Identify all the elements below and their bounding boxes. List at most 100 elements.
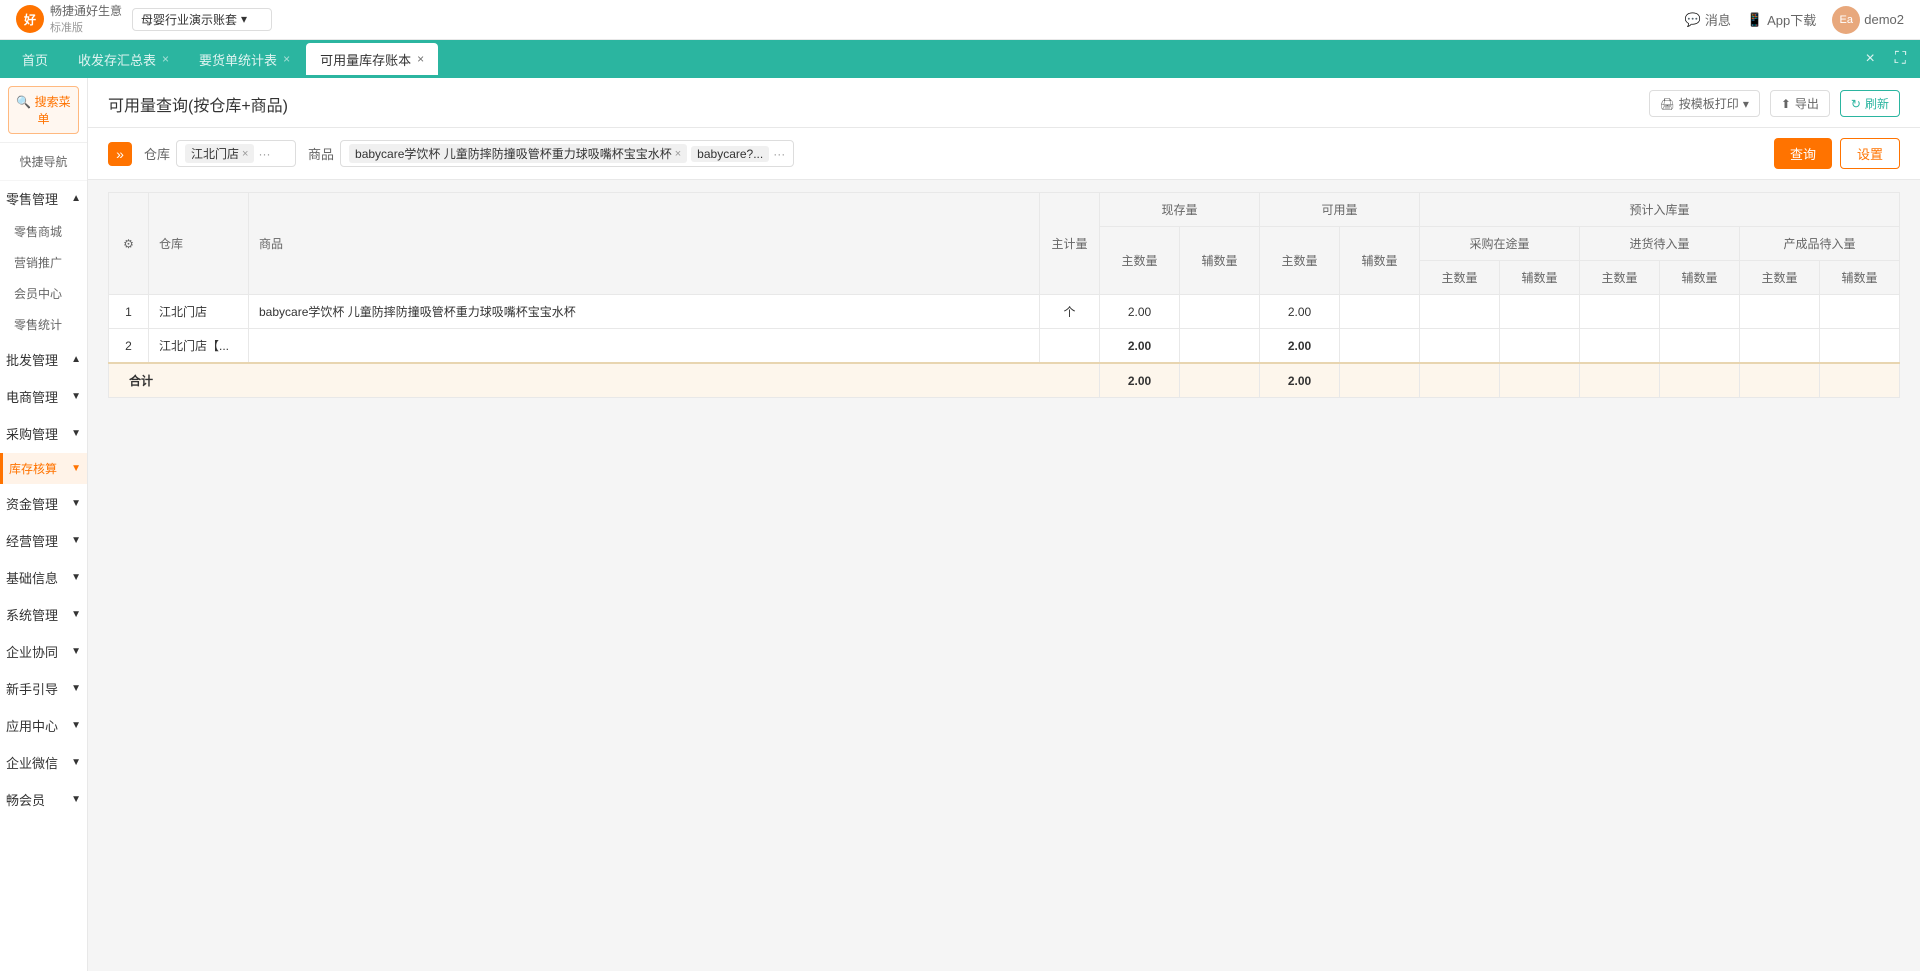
refresh-icon: ↻	[1851, 97, 1861, 111]
sidebar-group-finance-title[interactable]: 资金管理 ▼	[0, 486, 87, 521]
tab-bar: 首页 收发存汇总表 × 要货单统计表 × 可用量库存账本 × × ⛶	[0, 40, 1920, 78]
cell-product-2	[249, 329, 1040, 364]
expand-icon: »	[116, 146, 124, 162]
close-all-tabs-btn[interactable]: ×	[1859, 48, 1880, 70]
tab-order[interactable]: 要货单统计表 ×	[185, 43, 304, 75]
sidebar-group-wholesale-title[interactable]: 批发管理 ▲	[0, 342, 87, 377]
sidebar-group-retail-title[interactable]: 零售管理 ▲	[0, 181, 87, 216]
filter-product-input[interactable]: babycare学饮杯 儿童防摔防撞吸管杯重力球吸嘴杯宝宝水杯 × babyca…	[340, 140, 794, 167]
th-product-pending: 产成品待入量	[1740, 227, 1900, 261]
filter-action-buttons: 查询 设置	[1774, 138, 1900, 169]
logo-sub: 标准版	[50, 19, 122, 35]
cell-warehouse-2: 江北门店【...	[149, 329, 249, 364]
tab-inventory-label: 可用量库存账本	[320, 50, 411, 69]
settings-button[interactable]: 设置	[1840, 138, 1900, 169]
tab-receivepay[interactable]: 收发存汇总表 ×	[64, 43, 183, 75]
th-warehouse: 仓库	[149, 193, 249, 295]
cell-stock-main-1: 2.00	[1100, 295, 1180, 329]
company-select[interactable]: 母婴行业演示账套 ▾	[132, 8, 272, 31]
sidebar-search-btn[interactable]: 🔍 搜索菜单	[8, 86, 79, 134]
cell-seq-2: 2	[109, 329, 149, 364]
th-avail-main: 主数量	[1260, 227, 1340, 295]
filter-product1-remove[interactable]: ×	[675, 148, 681, 160]
sidebar-group-basic-title[interactable]: 基础信息 ▼	[0, 560, 87, 595]
user-profile[interactable]: Ea demo2	[1832, 6, 1904, 34]
sidebar-group-system-title[interactable]: 系统管理 ▼	[0, 597, 87, 632]
chevron-icon-finance: ▼	[71, 498, 81, 509]
gear-icon: ⚙	[123, 237, 134, 251]
maximize-btn[interactable]: ⛶	[1889, 48, 1912, 70]
export-btn[interactable]: ⬆ 导出	[1770, 90, 1830, 117]
chevron-icon-inventory: ▼	[71, 463, 81, 474]
cell-incoming-aux-1	[1660, 295, 1740, 329]
sidebar-item-retail-mall[interactable]: 零售商城	[0, 216, 87, 247]
th-product-aux: 辅数量	[1820, 261, 1900, 295]
cell-avail-main-1: 2.00	[1260, 295, 1340, 329]
sidebar-group-appstore-title[interactable]: 应用中心 ▼	[0, 708, 87, 743]
sidebar-item-member[interactable]: 会员中心	[0, 278, 87, 309]
sidebar-group-inventory: 库存核算 ▼	[0, 453, 87, 484]
sidebar-group-wechat-title[interactable]: 企业微信 ▼	[0, 745, 87, 780]
tab-home[interactable]: 首页	[8, 43, 62, 75]
filter-product-more[interactable]: ···	[773, 147, 785, 161]
chevron-down-icon: ▾	[1743, 97, 1749, 111]
total-label: 合计	[109, 363, 1100, 398]
cell-unit-1: 个	[1040, 295, 1100, 329]
logo-text-area: 畅捷通好生意 标准版	[50, 4, 122, 34]
tab-receivepay-close[interactable]: ×	[162, 52, 169, 66]
top-bar-right: 💬 消息 📱 App下载 Ea demo2	[1685, 6, 1904, 34]
cell-stock-aux-2	[1180, 329, 1260, 364]
tab-inventory[interactable]: 可用量库存账本 ×	[306, 43, 438, 75]
total-incoming-aux	[1660, 363, 1740, 398]
query-button[interactable]: 查询	[1774, 138, 1832, 169]
sidebar-group-operations-title[interactable]: 经营管理 ▼	[0, 523, 87, 558]
th-incoming-aux: 辅数量	[1660, 261, 1740, 295]
total-stock-main: 2.00	[1100, 363, 1180, 398]
sidebar-group-purchase-title[interactable]: 采购管理 ▼	[0, 416, 87, 451]
message-icon: 💬	[1685, 12, 1701, 28]
th-forecast-group: 预计入库量	[1420, 193, 1900, 227]
filter-more-icon[interactable]: ···	[258, 147, 270, 161]
sidebar-item-retail-stats[interactable]: 零售统计	[0, 309, 87, 340]
cell-avail-aux-2	[1340, 329, 1420, 364]
chevron-icon-vip: ▼	[71, 794, 81, 805]
main-layout: 🔍 搜索菜单 快捷导航 零售管理 ▲ 零售商城 营销推广 会员中心 零售统计 批…	[0, 78, 1920, 971]
total-stock-aux	[1180, 363, 1260, 398]
cell-incoming-main-1	[1580, 295, 1660, 329]
filter-warehouse-remove[interactable]: ×	[242, 148, 248, 160]
th-purchase-main: 主数量	[1420, 261, 1500, 295]
page-title: 可用量查询(按仓库+商品)	[108, 92, 288, 116]
sidebar-group-vip-title[interactable]: 畅会员 ▼	[0, 782, 87, 817]
sidebar-item-shortcut[interactable]: 快捷导航	[0, 143, 87, 181]
cell-purchase-main-1	[1420, 295, 1500, 329]
chevron-icon-appstore: ▼	[71, 720, 81, 731]
app-download-item[interactable]: 📱 App下载	[1747, 10, 1816, 29]
tab-inventory-close[interactable]: ×	[417, 52, 424, 66]
th-settings[interactable]: ⚙	[109, 193, 149, 295]
message-item[interactable]: 💬 消息	[1685, 10, 1731, 29]
tab-receivepay-label: 收发存汇总表	[78, 50, 156, 69]
cell-product-main-1	[1740, 295, 1820, 329]
chevron-down-icon: ▾	[241, 12, 247, 26]
sidebar-group-collab-title[interactable]: 企业协同 ▼	[0, 634, 87, 669]
sidebar-group-newbie-title[interactable]: 新手引导 ▼	[0, 671, 87, 706]
refresh-btn[interactable]: ↻ 刷新	[1840, 90, 1900, 117]
th-unit: 主计量	[1040, 193, 1100, 295]
total-purchase-aux	[1500, 363, 1580, 398]
avatar: Ea	[1832, 6, 1860, 34]
sidebar-group-collab: 企业协同 ▼	[0, 634, 87, 669]
sidebar-item-marketing[interactable]: 营销推广	[0, 247, 87, 278]
tab-order-close[interactable]: ×	[283, 52, 290, 66]
cell-incoming-main-2	[1580, 329, 1660, 364]
filter-warehouse-input[interactable]: 江北门店 × ···	[176, 140, 296, 167]
th-product-main: 主数量	[1740, 261, 1820, 295]
sidebar-group-inventory-title[interactable]: 库存核算 ▼	[0, 453, 87, 484]
inventory-table: ⚙ 仓库 商品 主计量 现存量 可用量 预计入库量 主数量 辅数量 主数量	[108, 192, 1900, 398]
sidebar-group-ecommerce-title[interactable]: 电商管理 ▼	[0, 379, 87, 414]
filter-expand-btn[interactable]: »	[108, 142, 132, 166]
template-print-btn[interactable]: 🖨 按模板打印 ▾	[1649, 90, 1760, 117]
sidebar-search-section: 🔍 搜索菜单	[0, 78, 87, 143]
filter-product-group: 商品 babycare学饮杯 儿童防摔防撞吸管杯重力球吸嘴杯宝宝水杯 × bab…	[308, 140, 794, 167]
tab-bar-actions: × ⛶	[1859, 48, 1912, 70]
filter-warehouse-label: 仓库	[144, 144, 170, 163]
